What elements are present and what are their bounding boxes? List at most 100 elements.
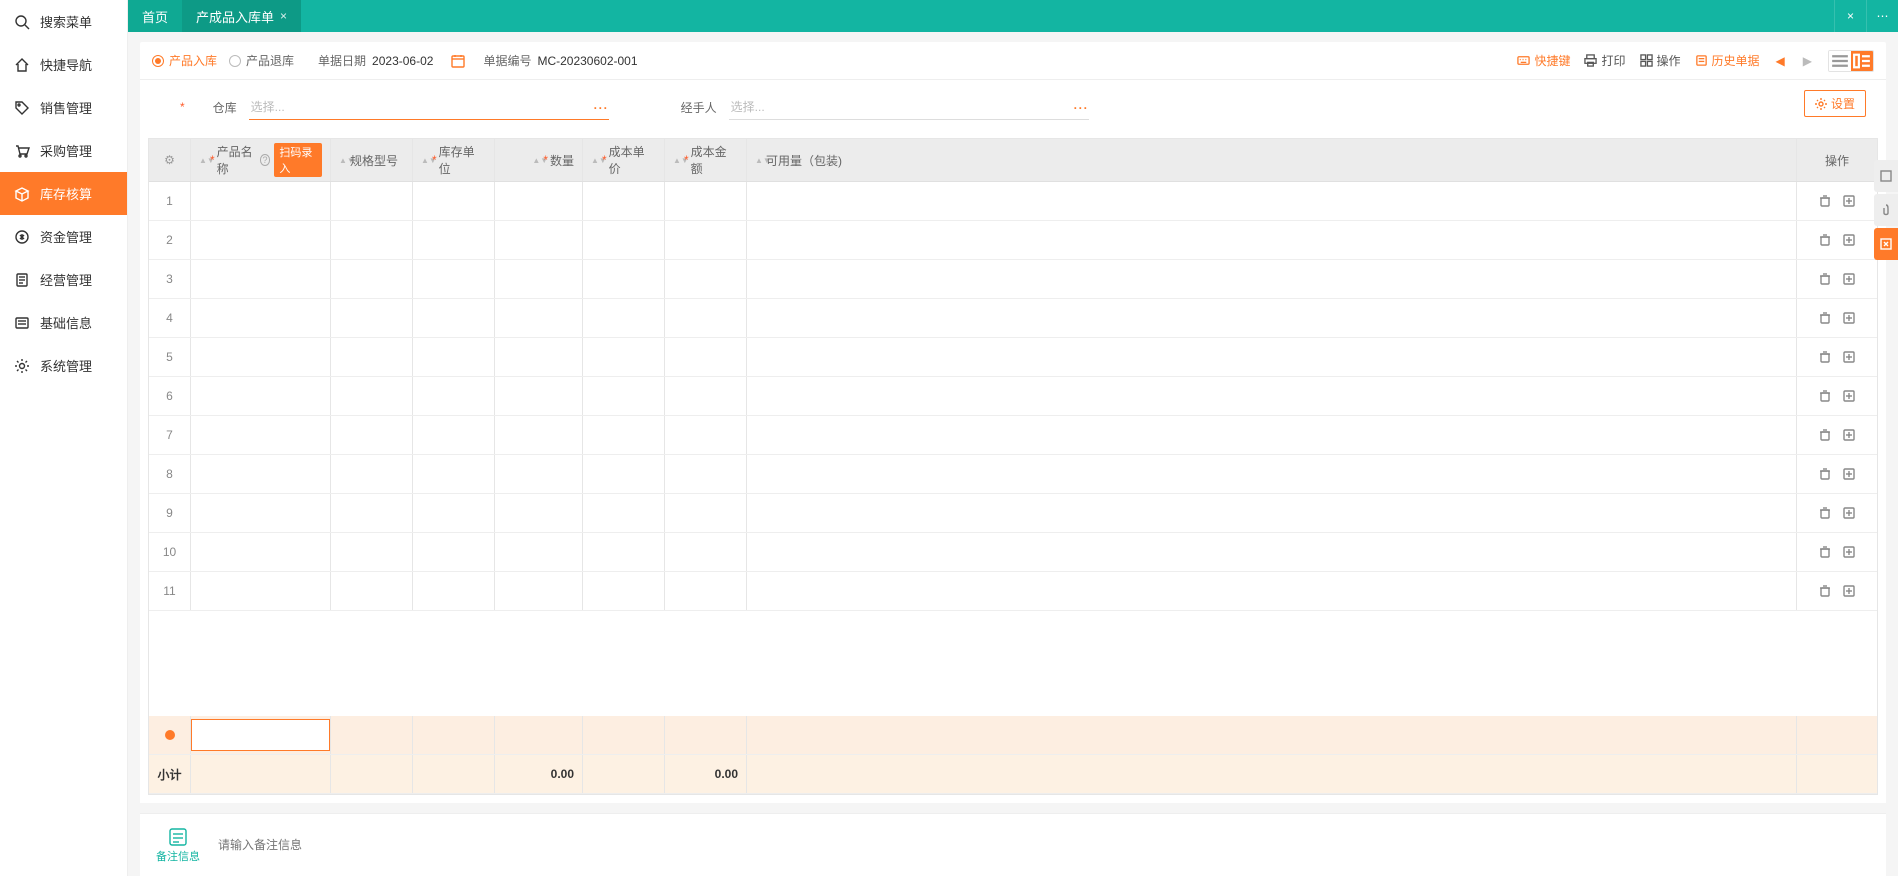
cell-qty[interactable] [495, 572, 583, 610]
cell-qty[interactable] [495, 716, 583, 754]
radio-product-in[interactable]: 产品入库 [152, 52, 217, 69]
cell-available[interactable] [747, 182, 1797, 220]
cell-available[interactable] [747, 221, 1797, 259]
cell-spec[interactable] [331, 494, 413, 532]
close-icon[interactable]: × [280, 9, 287, 23]
cell-amount[interactable] [665, 455, 747, 493]
cell-available[interactable] [747, 716, 1797, 754]
add-icon[interactable] [1842, 233, 1856, 247]
side-tab-2[interactable] [1874, 194, 1898, 226]
cell-spec[interactable] [331, 455, 413, 493]
cell-product[interactable] [191, 221, 331, 259]
sidebar-item-search[interactable]: 搜索菜单 [0, 0, 127, 43]
header-qty[interactable]: ▲▼*数量 [495, 139, 583, 181]
cell-product[interactable] [191, 182, 331, 220]
date-value[interactable]: 2023-06-02 [372, 54, 433, 68]
topbar-close-button[interactable]: × [1834, 0, 1866, 32]
add-icon[interactable] [1842, 194, 1856, 208]
cell-spec[interactable] [331, 338, 413, 376]
cell-product[interactable] [191, 416, 331, 454]
cell-spec[interactable] [331, 416, 413, 454]
cell-cost[interactable] [583, 221, 665, 259]
delete-icon[interactable] [1818, 467, 1832, 481]
help-icon[interactable]: ? [260, 154, 271, 166]
table-row[interactable]: 10 [149, 533, 1877, 572]
cell-cost[interactable] [583, 299, 665, 337]
sidebar-item-purchase[interactable]: 采购管理 [0, 129, 127, 172]
table-row[interactable]: 7 [149, 416, 1877, 455]
cell-qty[interactable] [495, 299, 583, 337]
sidebar-item-fund[interactable]: 资金管理 [0, 215, 127, 258]
cell-qty[interactable] [495, 533, 583, 571]
view-detail-button[interactable] [1851, 51, 1873, 71]
table-row[interactable]: 5 [149, 338, 1877, 377]
cell-amount[interactable] [665, 338, 747, 376]
handler-input[interactable]: 选择... ··· [729, 94, 1089, 120]
settings-button[interactable]: 设置 [1804, 90, 1866, 117]
more-icon[interactable]: ··· [1074, 101, 1089, 115]
cell-product[interactable] [191, 299, 331, 337]
cell-available[interactable] [747, 416, 1797, 454]
cell-amount[interactable] [665, 572, 747, 610]
cell-spec[interactable] [331, 572, 413, 610]
topbar-more-button[interactable]: ⋯ [1866, 0, 1898, 32]
cell-amount[interactable] [665, 377, 747, 415]
cell-available[interactable] [747, 338, 1797, 376]
cell-qty[interactable] [495, 455, 583, 493]
remarks-input[interactable] [218, 838, 1870, 852]
scan-badge[interactable]: 扫码录入 [274, 143, 322, 177]
cell-product[interactable] [191, 572, 331, 610]
cell-unit[interactable] [413, 572, 495, 610]
header-available[interactable]: ▲▼可用量（包装) [747, 139, 1797, 181]
cell-amount[interactable] [665, 716, 747, 754]
cell-spec[interactable] [331, 377, 413, 415]
cell-qty[interactable] [495, 338, 583, 376]
cell-qty[interactable] [495, 416, 583, 454]
cell-product[interactable] [191, 377, 331, 415]
print-button[interactable]: 打印 [1584, 52, 1625, 69]
cell-cost[interactable] [583, 182, 665, 220]
delete-icon[interactable] [1818, 506, 1832, 520]
cell-spec[interactable] [331, 260, 413, 298]
cell-spec[interactable] [331, 182, 413, 220]
header-amount[interactable]: ▲▼*成本金额 [665, 139, 747, 181]
cell-amount[interactable] [665, 299, 747, 337]
more-icon[interactable]: ··· [594, 101, 609, 115]
add-icon[interactable] [1842, 272, 1856, 286]
cell-amount[interactable] [665, 494, 747, 532]
cell-amount[interactable] [665, 533, 747, 571]
cell-unit[interactable] [413, 494, 495, 532]
delete-icon[interactable] [1818, 194, 1832, 208]
sidebar-item-quicknav[interactable]: 快捷导航 [0, 43, 127, 86]
cell-unit[interactable] [413, 377, 495, 415]
table-row[interactable]: 2 [149, 221, 1877, 260]
cell-cost[interactable] [583, 533, 665, 571]
cell-unit[interactable] [413, 716, 495, 754]
cell-available[interactable] [747, 533, 1797, 571]
cell-product[interactable] [191, 533, 331, 571]
sidebar-item-sales[interactable]: 销售管理 [0, 86, 127, 129]
calendar-icon[interactable] [451, 54, 465, 68]
delete-icon[interactable] [1818, 350, 1832, 364]
cell-unit[interactable] [413, 338, 495, 376]
cell-product[interactable] [191, 338, 331, 376]
cell-unit[interactable] [413, 182, 495, 220]
cell-qty[interactable] [495, 494, 583, 532]
add-icon[interactable] [1842, 428, 1856, 442]
table-row[interactable]: 8 [149, 455, 1877, 494]
next-arrow-icon[interactable]: ▶ [1801, 54, 1814, 68]
history-button[interactable]: 历史单据 [1695, 52, 1760, 69]
cell-product[interactable] [191, 494, 331, 532]
cell-available[interactable] [747, 299, 1797, 337]
sidebar-item-system[interactable]: 系统管理 [0, 344, 127, 387]
cell-available[interactable] [747, 572, 1797, 610]
delete-icon[interactable] [1818, 389, 1832, 403]
cell-product[interactable] [191, 716, 331, 754]
cell-qty[interactable] [495, 260, 583, 298]
delete-icon[interactable] [1818, 428, 1832, 442]
table-row[interactable]: 6 [149, 377, 1877, 416]
header-spec[interactable]: ▲▼规格型号 [331, 139, 413, 181]
cell-spec[interactable] [331, 299, 413, 337]
cell-cost[interactable] [583, 338, 665, 376]
delete-icon[interactable] [1818, 272, 1832, 286]
